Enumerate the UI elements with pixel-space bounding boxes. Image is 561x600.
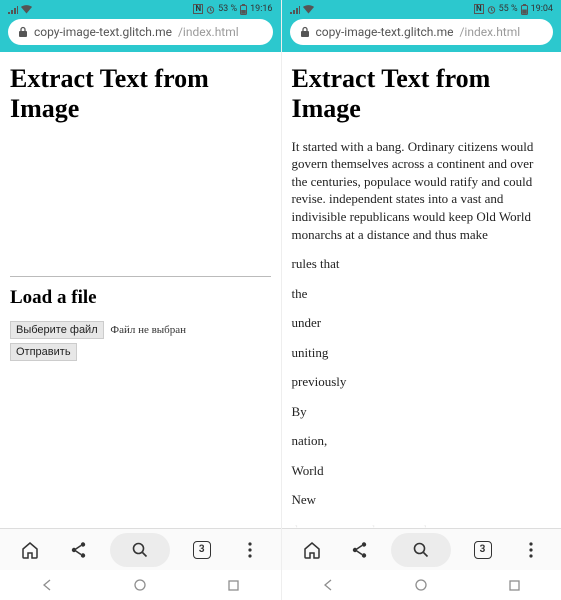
tabs-button[interactable]: 3	[466, 533, 500, 567]
tabs-icon: 3	[474, 541, 492, 559]
page-content: Extract Text from Image Load a file Выбе…	[0, 52, 281, 528]
extracted-text-paragraph: New	[292, 491, 552, 509]
system-navbar	[282, 570, 561, 600]
file-input-row: Выберите файл Файл не выбран	[10, 321, 271, 339]
search-button[interactable]	[110, 533, 170, 567]
file-input-status: Файл не выбран	[110, 324, 186, 336]
status-time: 19:16	[250, 4, 272, 14]
alarm-icon	[487, 5, 496, 14]
url-pill[interactable]: copy-image-text.glitch.me/index.html	[290, 19, 554, 45]
home-button[interactable]	[295, 533, 329, 567]
signal-icon	[290, 5, 300, 14]
extracted-text-paragraph: rules that	[292, 255, 552, 273]
phone-right: N 55 % 19:04 copy-image-text.glitch.me/i…	[281, 0, 561, 600]
extracted-text-paragraph: previously	[292, 373, 552, 391]
browser-toolbar: 3	[0, 528, 281, 570]
more-button[interactable]	[233, 533, 267, 567]
search-button[interactable]	[391, 533, 451, 567]
battery-icon	[240, 4, 247, 15]
url-bar: copy-image-text.glitch.me/index.html	[282, 18, 561, 52]
page-title: Extract Text from Image	[10, 64, 271, 124]
system-navbar	[0, 570, 281, 600]
url-host: copy-image-text.glitch.me	[34, 25, 172, 39]
nav-back-button[interactable]	[312, 578, 344, 592]
submit-button[interactable]: Отправить	[10, 343, 77, 361]
battery-percent: 53 %	[218, 4, 237, 14]
extracted-text-paragraph: uniting	[292, 344, 552, 362]
nav-back-button[interactable]	[31, 578, 63, 592]
alarm-icon	[206, 5, 215, 14]
url-bar: copy-image-text.glitch.me/index.html	[0, 18, 281, 52]
divider	[10, 276, 271, 277]
choose-file-button[interactable]: Выберите файл	[10, 321, 104, 339]
home-button[interactable]	[13, 533, 47, 567]
phone-left: N 53 % 19:16 copy-image-text.glitch.me/i…	[0, 0, 281, 600]
extracted-text-paragraph: By	[292, 403, 552, 421]
url-path: /index.html	[178, 25, 239, 39]
page-content: Extract Text from Image It started with …	[282, 52, 561, 528]
nav-recent-button[interactable]	[498, 579, 530, 592]
battery-percent: 55 %	[499, 4, 518, 14]
share-button[interactable]	[343, 533, 377, 567]
lock-icon	[18, 26, 28, 38]
nfc-icon: N	[474, 4, 484, 14]
extracted-text-paragraph: It started with a bang. Ordinary citizen…	[292, 138, 552, 243]
tabs-button[interactable]: 3	[185, 533, 219, 567]
browser-toolbar: 3	[282, 528, 561, 570]
page-title: Extract Text from Image	[292, 64, 552, 124]
section-heading-load-file: Load a file	[10, 287, 271, 309]
battery-icon	[521, 4, 528, 15]
extracted-text-paragraph: World	[292, 462, 552, 480]
wifi-icon	[303, 5, 314, 14]
extracted-text-paragraph: nation,	[292, 432, 552, 450]
status-bar: N 53 % 19:16	[0, 0, 281, 18]
tabs-icon: 3	[193, 541, 211, 559]
nfc-icon: N	[193, 4, 203, 14]
nav-home-button[interactable]	[405, 578, 437, 592]
extracted-text-paragraph: democracy work on a scale never	[292, 521, 552, 528]
signal-icon	[8, 5, 18, 14]
lock-icon	[300, 26, 310, 38]
url-path: /index.html	[459, 25, 520, 39]
url-pill[interactable]: copy-image-text.glitch.me/index.html	[8, 19, 273, 45]
extracted-text-paragraph: under	[292, 314, 552, 332]
share-button[interactable]	[62, 533, 96, 567]
status-bar: N 55 % 19:04	[282, 0, 561, 18]
nav-home-button[interactable]	[124, 578, 156, 592]
nav-recent-button[interactable]	[218, 579, 250, 592]
extracted-text-paragraph: the	[292, 285, 552, 303]
more-button[interactable]	[514, 533, 548, 567]
url-host: copy-image-text.glitch.me	[316, 25, 454, 39]
status-time: 19:04	[531, 4, 553, 14]
wifi-icon	[21, 5, 32, 14]
